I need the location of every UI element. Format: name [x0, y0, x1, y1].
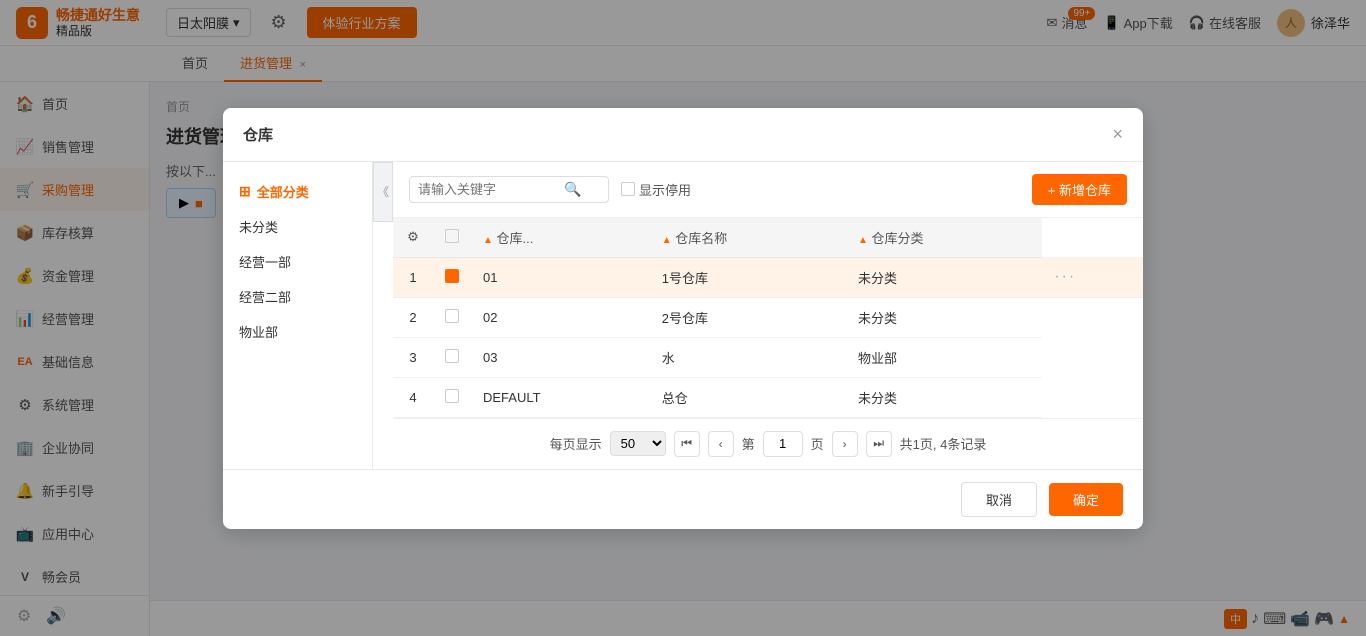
row-category: 未分类 [846, 297, 1042, 337]
row-checkbox[interactable] [433, 297, 471, 337]
dialog-sidebar-all[interactable]: ⊞ 全部分类 [223, 174, 372, 209]
th-name[interactable]: ▲ 仓库名称 [650, 218, 846, 258]
dialog-footer: 取消 确定 [223, 469, 1143, 529]
sidebar-collapse-button[interactable]: 《 [373, 162, 393, 222]
confirm-button[interactable]: 确定 [1049, 483, 1123, 516]
dialog-title: 仓库 [243, 124, 273, 145]
th-category[interactable]: ▲ 仓库分类 [846, 218, 1042, 258]
search-box: 🔍 [409, 176, 609, 203]
dialog-overlay: 仓库 × ⊞ 全部分类 未分类 经营一部 经营二部 [0, 0, 1366, 636]
th-code[interactable]: ▲ 仓库... [471, 218, 650, 258]
dialog-main: 🔍 显示停用 + 新增仓库 ⚙ [393, 162, 1143, 469]
row-code: DEFAULT [471, 377, 650, 417]
page-number-input[interactable] [763, 431, 803, 457]
sort-icon-category: ▲ [858, 235, 868, 246]
dialog-header: 仓库 × [223, 108, 1143, 162]
row-name: 2号仓库 [650, 297, 846, 337]
dialog-sidebar-property[interactable]: 物业部 [223, 314, 372, 349]
row-actions-icon[interactable]: ··· [1054, 268, 1076, 285]
row-checkbox[interactable] [433, 337, 471, 377]
row-code: 01 [471, 257, 650, 297]
search-input[interactable] [418, 182, 558, 197]
warehouse-table: ⚙ ▲ 仓库... ▲ 仓库名称 [393, 218, 1143, 418]
row-category: 未分类 [846, 377, 1042, 417]
show-disabled-checkbox[interactable]: 显示停用 [621, 180, 691, 199]
dialog-sidebar: ⊞ 全部分类 未分类 经营一部 经营二部 物业部 [223, 162, 373, 469]
row-name: 总仓 [650, 377, 846, 417]
row-checkbox[interactable] [433, 257, 471, 297]
row-no: 4 [393, 377, 433, 417]
sort-icon-code: ▲ [483, 235, 493, 246]
last-page-button[interactable]: ⏭ [866, 431, 892, 457]
prev-page-button[interactable]: ‹ [708, 431, 734, 457]
disabled-checkbox-box[interactable] [621, 182, 635, 196]
dialog-toolbar: 🔍 显示停用 + 新增仓库 [393, 162, 1143, 218]
row-name: 1号仓库 [650, 257, 846, 297]
pagination: 每页显示 50 20 100 ⏮ ‹ 第 页 › ⏭ 共1页, 4条记录 [393, 418, 1143, 469]
row-category: 未分类 [846, 257, 1042, 297]
dialog-sidebar-unclassified[interactable]: 未分类 [223, 209, 372, 244]
dialog-sidebar-dept1[interactable]: 经营一部 [223, 244, 372, 279]
table-row[interactable]: 4 DEFAULT 总仓 未分类 [393, 377, 1143, 417]
sort-icon-name: ▲ [662, 235, 672, 246]
per-page-select[interactable]: 50 20 100 [610, 431, 666, 456]
dialog-body: ⊞ 全部分类 未分类 经营一部 经营二部 物业部 《 [223, 162, 1143, 469]
warehouse-dialog: 仓库 × ⊞ 全部分类 未分类 经营一部 经营二部 [223, 108, 1143, 529]
row-no: 2 [393, 297, 433, 337]
dialog-close-button[interactable]: × [1112, 125, 1123, 143]
row-name: 水 [650, 337, 846, 377]
row-code: 02 [471, 297, 650, 337]
dialog-sidebar-dept2[interactable]: 经营二部 [223, 279, 372, 314]
row-category: 物业部 [846, 337, 1042, 377]
table-row[interactable]: 3 03 水 物业部 [393, 337, 1143, 377]
search-icon[interactable]: 🔍 [564, 181, 581, 198]
th-settings[interactable]: ⚙ [393, 218, 433, 258]
table-row[interactable]: 2 02 2号仓库 未分类 [393, 297, 1143, 337]
row-checkbox[interactable] [433, 377, 471, 417]
row-code: 03 [471, 337, 650, 377]
add-warehouse-button[interactable]: + 新增仓库 [1032, 174, 1127, 205]
next-page-button[interactable]: › [832, 431, 858, 457]
th-checkbox[interactable] [433, 218, 471, 258]
row-no: 3 [393, 337, 433, 377]
first-page-button[interactable]: ⏮ [674, 431, 700, 457]
grid-icon: ⊞ [239, 183, 251, 200]
row-no: 1 [393, 257, 433, 297]
table-row[interactable]: 1 01 1号仓库 未分类 ··· [393, 257, 1143, 297]
cancel-button[interactable]: 取消 [961, 482, 1037, 517]
